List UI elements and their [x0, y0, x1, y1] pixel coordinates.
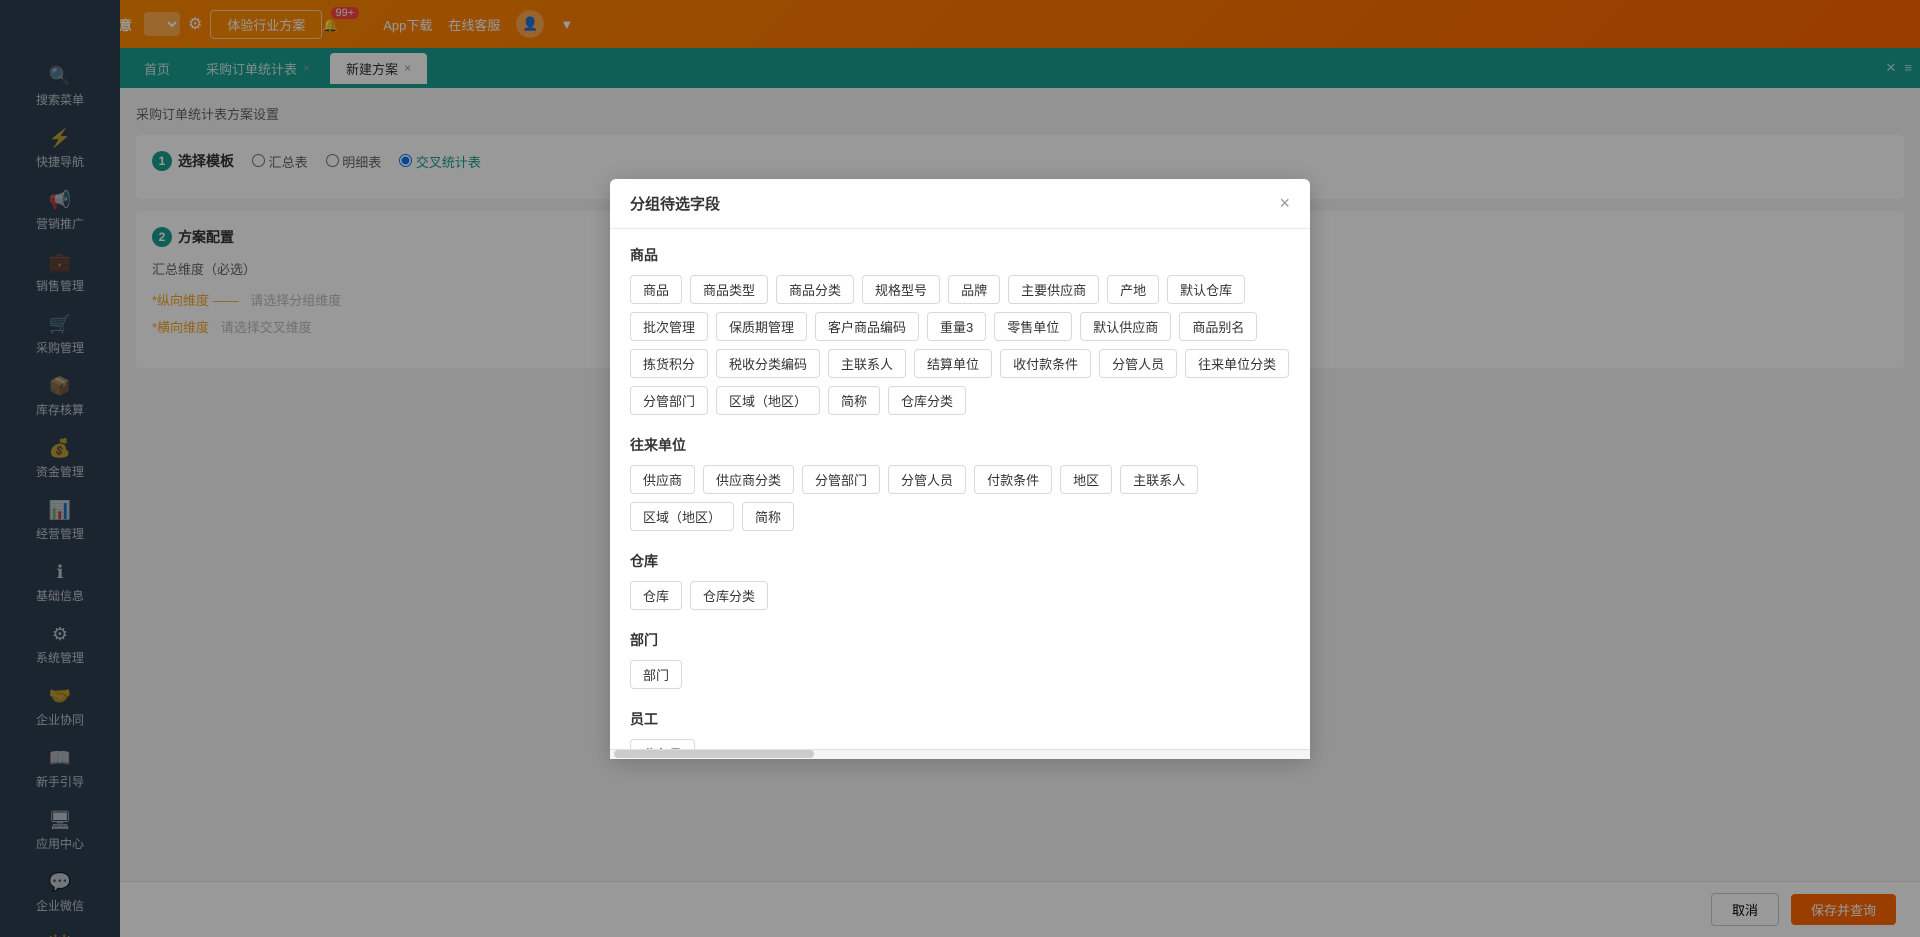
field-tag-1-7[interactable]: 区域（地区）: [630, 502, 734, 531]
field-tag-0-15[interactable]: 拣货积分: [630, 349, 708, 378]
field-tag-2-0[interactable]: 仓库: [630, 581, 682, 610]
field-tag-0-14[interactable]: 商品别名: [1179, 312, 1257, 341]
field-tag-0-17[interactable]: 主联系人: [828, 349, 906, 378]
field-tag-0-13[interactable]: 默认供应商: [1080, 312, 1171, 341]
field-tag-1-1[interactable]: 供应商分类: [703, 465, 794, 494]
field-tag-0-18[interactable]: 结算单位: [914, 349, 992, 378]
field-tag-3-0[interactable]: 部门: [630, 660, 682, 689]
modal-header: 分组待选字段 ×: [610, 179, 1310, 229]
field-tags-3: 部门: [630, 660, 1290, 689]
field-group-title-0: 商品: [630, 245, 1290, 265]
field-tag-1-6[interactable]: 主联系人: [1120, 465, 1198, 494]
field-group-4: 员工业务员: [630, 709, 1290, 749]
field-tag-0-5[interactable]: 主要供应商: [1008, 275, 1099, 304]
field-tag-0-2[interactable]: 商品分类: [776, 275, 854, 304]
field-tag-0-21[interactable]: 往来单位分类: [1185, 349, 1289, 378]
field-group-1: 往来单位供应商供应商分类分管部门分管人员付款条件地区主联系人区域（地区） 简称: [630, 435, 1290, 531]
modal-title: 分组待选字段: [630, 193, 720, 214]
modal: 分组待选字段 × 商品商品商品类型商品分类规格型号品牌主要供应商产地默认仓库批次…: [610, 179, 1310, 759]
field-group-3: 部门部门: [630, 630, 1290, 689]
field-tags-4: 业务员: [630, 739, 1290, 749]
field-tag-0-23[interactable]: 区域（地区）: [716, 386, 820, 415]
field-group-title-4: 员工: [630, 709, 1290, 729]
field-tag-0-11[interactable]: 重量3: [927, 312, 986, 341]
field-tag-1-2[interactable]: 分管部门: [802, 465, 880, 494]
field-tag-0-0[interactable]: 商品: [630, 275, 682, 304]
field-tag-1-8[interactable]: 简称: [742, 502, 794, 531]
field-tag-0-6[interactable]: 产地: [1107, 275, 1159, 304]
modal-body: 商品商品商品类型商品分类规格型号品牌主要供应商产地默认仓库批次管理保质期管理客户…: [610, 229, 1310, 749]
hscroll-thumb[interactable]: [614, 750, 814, 758]
field-tag-0-12[interactable]: 零售单位: [994, 312, 1072, 341]
field-tag-0-24[interactable]: 简称: [828, 386, 880, 415]
field-tag-1-0[interactable]: 供应商: [630, 465, 695, 494]
field-group-title-2: 仓库: [630, 551, 1290, 571]
field-tag-4-0[interactable]: 业务员: [630, 739, 695, 749]
modal-overlay: 分组待选字段 × 商品商品商品类型商品分类规格型号品牌主要供应商产地默认仓库批次…: [0, 0, 1920, 937]
modal-hscroll[interactable]: [610, 749, 1310, 759]
field-tag-1-5[interactable]: 地区: [1060, 465, 1112, 494]
field-tags-2: 仓库仓库分类: [630, 581, 1290, 610]
field-tags-0: 商品商品类型商品分类规格型号品牌主要供应商产地默认仓库批次管理保质期管理客户商品…: [630, 275, 1290, 415]
field-tag-0-4[interactable]: 品牌: [948, 275, 1000, 304]
field-tag-0-10[interactable]: 客户商品编码: [815, 312, 919, 341]
modal-close-icon[interactable]: ×: [1279, 193, 1290, 214]
field-group-0: 商品商品商品类型商品分类规格型号品牌主要供应商产地默认仓库批次管理保质期管理客户…: [630, 245, 1290, 415]
field-tag-0-8[interactable]: 批次管理: [630, 312, 708, 341]
field-tag-0-16[interactable]: 税收分类编码: [716, 349, 820, 378]
field-tag-0-7[interactable]: 默认仓库: [1167, 275, 1245, 304]
field-tag-0-3[interactable]: 规格型号: [862, 275, 940, 304]
field-group-2: 仓库仓库仓库分类: [630, 551, 1290, 610]
field-tag-1-4[interactable]: 付款条件: [974, 465, 1052, 494]
field-tag-0-19[interactable]: 收付款条件: [1000, 349, 1091, 378]
field-tag-0-22[interactable]: 分管部门: [630, 386, 708, 415]
field-tag-0-1[interactable]: 商品类型: [690, 275, 768, 304]
field-tag-0-25[interactable]: 仓库分类: [888, 386, 966, 415]
field-tag-0-20[interactable]: 分管人员: [1099, 349, 1177, 378]
field-group-title-3: 部门: [630, 630, 1290, 650]
field-tags-1: 供应商供应商分类分管部门分管人员付款条件地区主联系人区域（地区） 简称: [630, 465, 1290, 531]
field-tag-0-9[interactable]: 保质期管理: [716, 312, 807, 341]
field-tag-2-1[interactable]: 仓库分类: [690, 581, 768, 610]
field-group-title-1: 往来单位: [630, 435, 1290, 455]
field-tag-1-3[interactable]: 分管人员: [888, 465, 966, 494]
